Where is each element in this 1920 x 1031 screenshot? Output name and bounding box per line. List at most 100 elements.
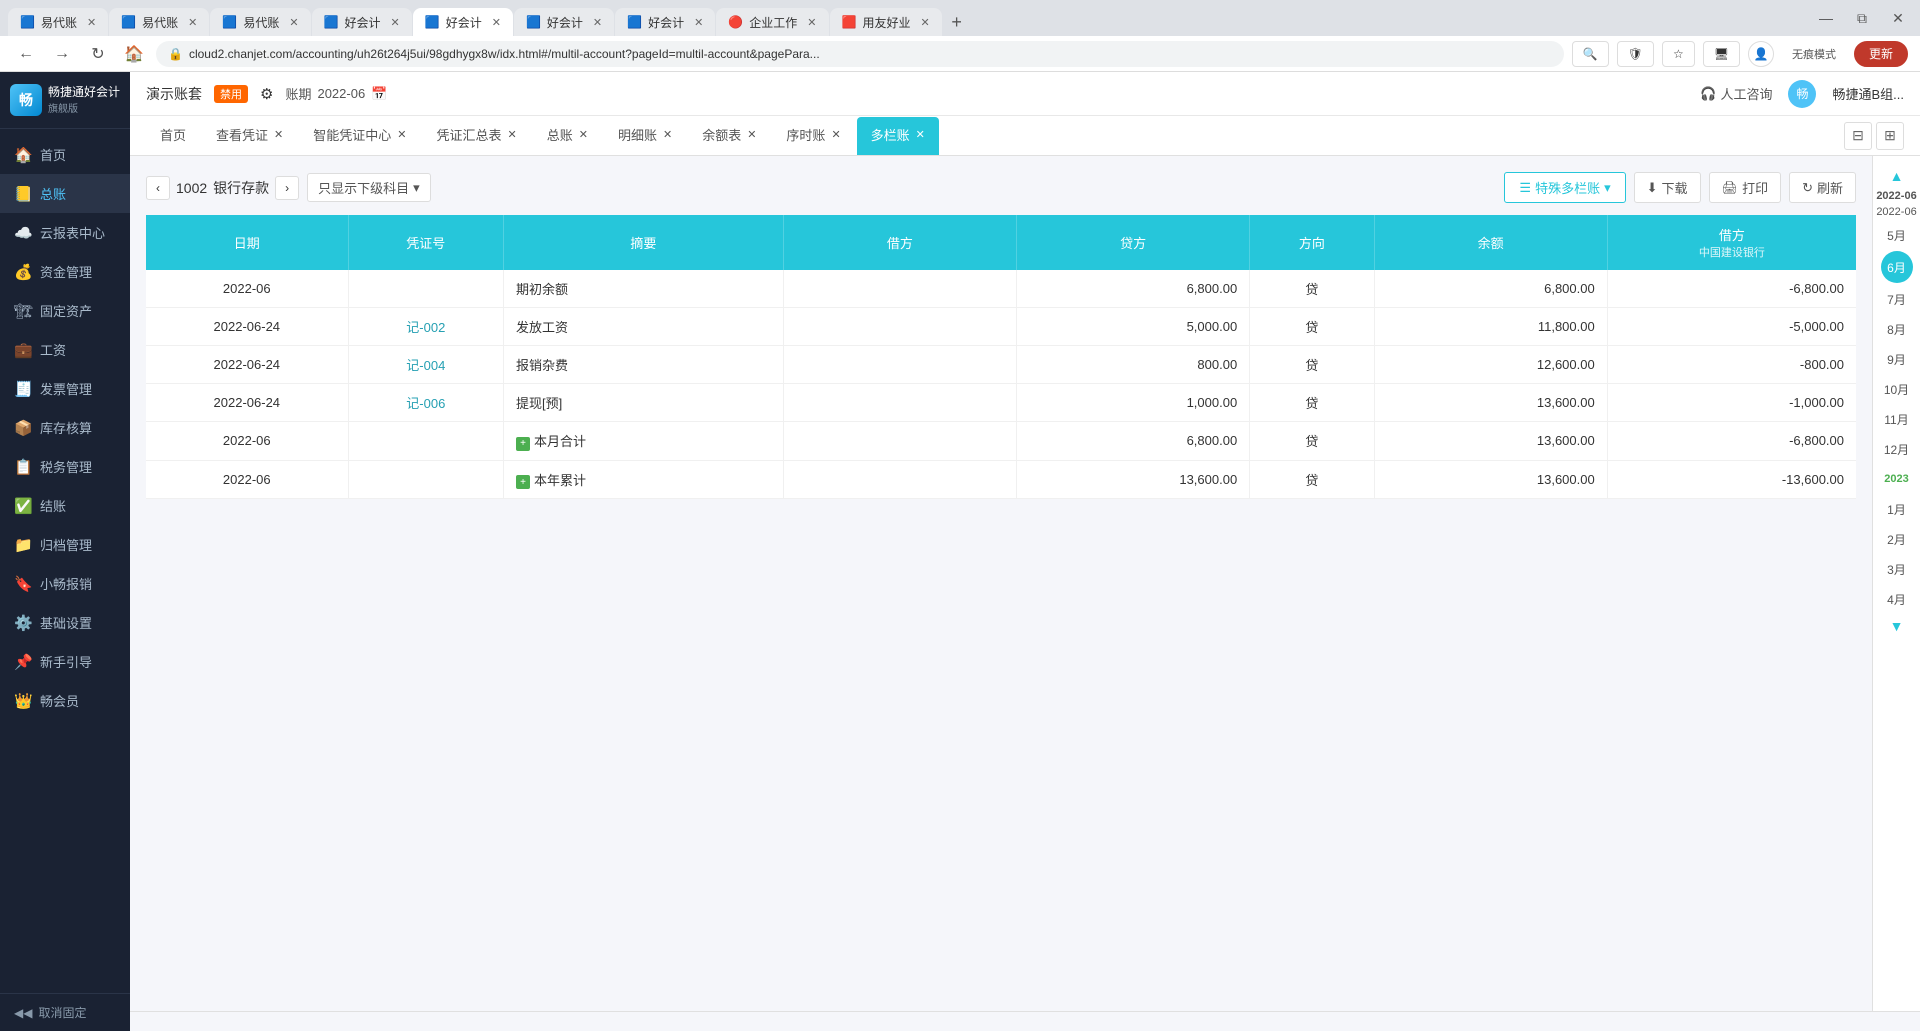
browser-tab[interactable]: 🟥用友好业✕ xyxy=(830,8,942,36)
forward-btn[interactable]: → xyxy=(48,40,76,68)
minimize-btn[interactable]: — xyxy=(1812,4,1840,32)
month-item[interactable]: 10月 xyxy=(1877,375,1917,403)
new-tab-button[interactable]: + xyxy=(943,8,971,36)
ledger-table: 日期 凭证号 摘要 借方 贷方 方向 余额 借方 中国建设银行 xyxy=(146,215,1856,499)
consultant-button[interactable]: 🎧 人工咨询 xyxy=(1700,84,1772,103)
download-button[interactable]: ⬇ 下载 xyxy=(1634,172,1701,203)
sidebar-item-资金管理[interactable]: 💰资金管理 xyxy=(0,252,130,291)
voucher-link[interactable]: 记-002 xyxy=(406,320,445,335)
nav-label: 工资 xyxy=(40,340,66,359)
gear-icon[interactable]: ⚙ xyxy=(260,85,273,103)
sidebar-item-库存核算[interactable]: 📦库存核算 xyxy=(0,408,130,447)
browser-tab[interactable]: 🟦易代账✕ xyxy=(210,8,310,36)
browser-tab[interactable]: 🟦易代账✕ xyxy=(8,8,108,36)
sidebar-item-固定资产[interactable]: 🏗固定资产 xyxy=(0,291,130,330)
table-row: 2022-06 +本月合计 6,800.00 贷 13,600.00 -6,80… xyxy=(146,422,1856,461)
calendar-icon[interactable]: 📅 xyxy=(371,86,387,102)
multi-column-button[interactable]: ☰ 特殊多栏账 ▾ xyxy=(1504,172,1625,203)
browser-tab[interactable]: 🔴企业工作✕ xyxy=(716,8,828,36)
extra-subheader-text: 中国建设银行 xyxy=(1620,244,1844,260)
page-tab-首页[interactable]: 首页 xyxy=(146,117,200,155)
tab-close-icon[interactable]: ✕ xyxy=(397,128,406,141)
browser-tab[interactable]: 🟦好会计✕ xyxy=(615,8,715,36)
page-tab-多栏账[interactable]: 多栏账✕ xyxy=(857,117,939,155)
cast-icon[interactable]: 🖥 xyxy=(1703,41,1740,67)
balance-cell: 13,600.00 xyxy=(1374,460,1607,499)
tab-close-icon[interactable]: ✕ xyxy=(831,128,840,141)
month-item[interactable]: 2023 xyxy=(1877,465,1917,493)
month-item[interactable]: 9月 xyxy=(1877,345,1917,373)
shield-icon[interactable]: 🛡 xyxy=(1617,41,1654,67)
month-item[interactable]: 2月 xyxy=(1877,525,1917,553)
url-input[interactable]: 🔒 cloud2.chanjet.com/accounting/uh26t264… xyxy=(156,41,1564,67)
sidebar-item-基础设置[interactable]: ⚙️基础设置 xyxy=(0,603,130,642)
direction-cell: 贷 xyxy=(1250,384,1374,422)
sidebar-item-首页[interactable]: 🏠首页 xyxy=(0,135,130,174)
sidebar-item-新手引导[interactable]: 📌新手引导 xyxy=(0,642,130,681)
sidebar-item-工资[interactable]: 💼工资 xyxy=(0,330,130,369)
footer-label: 取消固定 xyxy=(38,1004,86,1021)
month-panel: ▲ 2022-06 2022-06 5月6月7月8月9月10月11月12月202… xyxy=(1872,156,1920,1011)
sub-filter-dropdown[interactable]: 只显示下级科目 ▾ xyxy=(307,173,431,202)
sidebar-item-归档管理[interactable]: 📁归档管理 xyxy=(0,525,130,564)
month-item[interactable]: 7月 xyxy=(1877,285,1917,313)
tab-close-icon[interactable]: ✕ xyxy=(916,128,925,141)
page-tab-智能凭证中心[interactable]: 智能凭证中心✕ xyxy=(299,117,420,155)
tab-close-icon[interactable]: ✕ xyxy=(579,128,588,141)
month-item[interactable]: 3月 xyxy=(1877,555,1917,583)
tab-close-icon[interactable]: ✕ xyxy=(663,128,672,141)
month-item[interactable]: 5月 xyxy=(1877,221,1917,249)
browser-tab[interactable]: 🟦好会计✕ xyxy=(312,8,412,36)
voucher-link[interactable]: 记-004 xyxy=(406,358,445,373)
page-tab-凭证汇总表[interactable]: 凭证汇总表✕ xyxy=(422,117,530,155)
voucher-link[interactable]: 记-006 xyxy=(406,396,445,411)
maximize-btn[interactable]: ⧉ xyxy=(1848,4,1876,32)
print-button[interactable]: 🖨 打印 xyxy=(1709,172,1782,203)
month-item[interactable]: 4月 xyxy=(1877,585,1917,613)
user-profile-btn[interactable]: 👤 xyxy=(1748,41,1774,67)
month-item[interactable]: 8月 xyxy=(1877,315,1917,343)
debit-cell xyxy=(783,384,1016,422)
page-tab-明细账[interactable]: 明细账✕ xyxy=(604,117,686,155)
browser-tab[interactable]: 🟦好会计✕ xyxy=(413,8,513,36)
page-tab-查看凭证[interactable]: 查看凭证✕ xyxy=(202,117,297,155)
prev-account-btn[interactable]: ‹ xyxy=(146,176,170,200)
search-icon[interactable]: 🔍 xyxy=(1572,41,1609,67)
star-icon[interactable]: ☆ xyxy=(1662,41,1695,67)
sidebar-item-税务管理[interactable]: 📋税务管理 xyxy=(0,447,130,486)
year-2022-sub: 2022-06 xyxy=(1876,204,1916,220)
page-tab-余额表[interactable]: 余额表✕ xyxy=(688,117,770,155)
month-item[interactable]: 11月 xyxy=(1877,405,1917,433)
sidebar-item-结账[interactable]: ✅结账 xyxy=(0,486,130,525)
home-btn[interactable]: 🏠 xyxy=(120,40,148,68)
next-account-btn[interactable]: › xyxy=(275,176,299,200)
sidebar-item-总账[interactable]: 📒总账 xyxy=(0,174,130,213)
month-item[interactable]: 1月 xyxy=(1877,495,1917,523)
nav-label: 税务管理 xyxy=(40,457,92,476)
month-scroll-down[interactable]: ▼ xyxy=(1881,614,1913,638)
page-tab-序时账[interactable]: 序时账✕ xyxy=(772,117,854,155)
browser-tab[interactable]: 🟦易代账✕ xyxy=(109,8,209,36)
update-button[interactable]: 更新 xyxy=(1854,41,1908,67)
balance-cell: 12,600.00 xyxy=(1374,346,1607,384)
reload-btn[interactable]: ↻ xyxy=(84,40,112,68)
page-tab-总账[interactable]: 总账✕ xyxy=(533,117,602,155)
tab-close-icon[interactable]: ✕ xyxy=(747,128,756,141)
sidebar-item-云报表中心[interactable]: ☁️云报表中心 xyxy=(0,213,130,252)
sidebar-footer[interactable]: ◀◀ 取消固定 xyxy=(0,993,130,1031)
month-scroll-up[interactable]: ▲ xyxy=(1881,164,1913,188)
back-btn[interactable]: ← xyxy=(12,40,40,68)
month-item[interactable]: 12月 xyxy=(1877,435,1917,463)
browser-tab[interactable]: 🟦好会计✕ xyxy=(514,8,614,36)
sidebar-item-小畅报销[interactable]: 🔖小畅报销 xyxy=(0,564,130,603)
tab-expand-btn[interactable]: ⊞ xyxy=(1876,122,1904,150)
close-btn[interactable]: ✕ xyxy=(1884,4,1912,32)
tab-close-icon[interactable]: ✕ xyxy=(274,128,283,141)
sidebar-item-发票管理[interactable]: 🧾发票管理 xyxy=(0,369,130,408)
nav-label: 小畅报销 xyxy=(40,574,92,593)
tab-collapse-left[interactable]: ⊟ xyxy=(1844,122,1872,150)
sidebar-item-畅会员[interactable]: 👑畅会员 xyxy=(0,681,130,720)
tab-close-icon[interactable]: ✕ xyxy=(508,128,517,141)
refresh-button[interactable]: ↻ 刷新 xyxy=(1789,172,1856,203)
month-item[interactable]: 6月 xyxy=(1881,251,1913,283)
